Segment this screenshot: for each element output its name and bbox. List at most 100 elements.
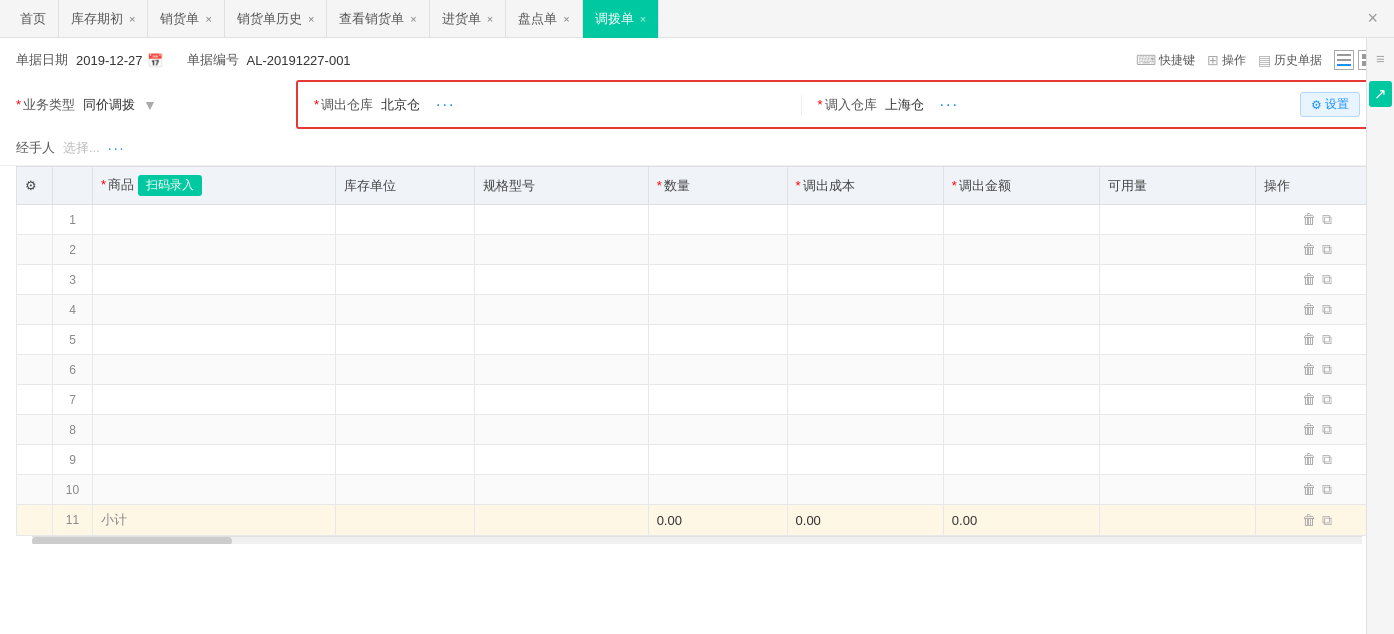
gear-icon[interactable]: ⚙ — [25, 178, 37, 193]
row-unit[interactable] — [336, 295, 475, 325]
row-product[interactable] — [93, 235, 336, 265]
copy-icon[interactable]: ⧉ — [1322, 271, 1332, 288]
row-product[interactable] — [93, 205, 336, 235]
row-amount[interactable] — [943, 295, 1099, 325]
row-product[interactable] — [93, 355, 336, 385]
row-qty[interactable] — [648, 445, 787, 475]
delete-icon[interactable]: 🗑 — [1302, 331, 1316, 348]
tab-inventory-check[interactable]: 盘点单 × — [506, 0, 582, 38]
row-cost[interactable] — [787, 355, 943, 385]
row-spec[interactable] — [475, 475, 649, 505]
row-unit[interactable] — [336, 385, 475, 415]
row-spec[interactable] — [475, 415, 649, 445]
row-cost[interactable] — [787, 445, 943, 475]
tab-purchase-order-close[interactable]: × — [487, 13, 493, 25]
row-qty[interactable] — [648, 355, 787, 385]
row-amount[interactable] — [943, 445, 1099, 475]
row-spec[interactable] — [475, 445, 649, 475]
delete-icon[interactable]: 🗑 — [1302, 301, 1316, 318]
row-cost[interactable] — [787, 265, 943, 295]
tab-view-sales-close[interactable]: × — [410, 13, 416, 25]
col-header-settings[interactable]: ⚙ — [17, 167, 53, 205]
tab-inventory-check-close[interactable]: × — [563, 13, 569, 25]
calendar-icon[interactable]: 📅 — [147, 53, 163, 68]
tab-sales-history[interactable]: 销货单历史 × — [225, 0, 327, 38]
row-amount[interactable] — [943, 325, 1099, 355]
copy-icon[interactable]: ⧉ — [1322, 301, 1332, 318]
row-product[interactable] — [93, 385, 336, 415]
copy-icon[interactable]: ⧉ — [1322, 361, 1332, 378]
row-product[interactable] — [93, 295, 336, 325]
row-product[interactable] — [93, 445, 336, 475]
copy-icon[interactable]: ⧉ — [1322, 421, 1332, 438]
row-unit[interactable] — [336, 445, 475, 475]
row-amount[interactable] — [943, 385, 1099, 415]
row-cost[interactable] — [787, 325, 943, 355]
delete-icon[interactable]: 🗑 — [1302, 421, 1316, 438]
tab-sales-history-close[interactable]: × — [308, 13, 314, 25]
row-product[interactable] — [93, 265, 336, 295]
copy-icon[interactable]: ⧉ — [1322, 211, 1332, 228]
tab-purchase-order[interactable]: 进货单 × — [430, 0, 506, 38]
tab-transfer-order-close[interactable]: × — [640, 13, 646, 25]
row-spec[interactable] — [475, 385, 649, 415]
row-amount[interactable] — [943, 475, 1099, 505]
delete-icon[interactable]: 🗑 — [1302, 211, 1316, 228]
row-spec[interactable] — [475, 265, 649, 295]
row-spec[interactable] — [475, 205, 649, 235]
scroll-bar[interactable] — [32, 536, 1362, 544]
warehouse-in-more[interactable]: ··· — [940, 96, 959, 114]
copy-icon[interactable]: ⧉ — [1322, 451, 1332, 468]
history-btn[interactable]: ▤ 历史单据 — [1258, 52, 1322, 69]
agent-more[interactable]: ··· — [108, 140, 126, 156]
row-unit[interactable] — [336, 235, 475, 265]
delete-icon[interactable]: 🗑 — [1302, 391, 1316, 408]
row-amount[interactable] — [943, 205, 1099, 235]
operation-btn[interactable]: ⊞ 操作 — [1207, 52, 1246, 69]
row-product[interactable] — [93, 475, 336, 505]
row-cost[interactable] — [787, 475, 943, 505]
row-cost[interactable] — [787, 415, 943, 445]
row-amount[interactable] — [943, 235, 1099, 265]
layout-list-btn[interactable] — [1334, 50, 1354, 70]
shortcut-btn[interactable]: ⌨ 快捷键 — [1136, 52, 1195, 69]
tab-inventory-init[interactable]: 库存期初 × — [59, 0, 148, 38]
row-qty[interactable] — [648, 295, 787, 325]
row-qty[interactable] — [648, 415, 787, 445]
sidebar-expand-icon[interactable]: ↗ — [1369, 81, 1392, 107]
row-unit[interactable] — [336, 325, 475, 355]
row-qty[interactable] — [648, 385, 787, 415]
row-amount[interactable] — [943, 265, 1099, 295]
delete-icon[interactable]: 🗑 — [1302, 271, 1316, 288]
copy-icon[interactable]: ⧉ — [1322, 391, 1332, 408]
delete-icon[interactable]: 🗑 — [1302, 361, 1316, 378]
delete-icon[interactable]: 🗑 — [1302, 241, 1316, 258]
row-unit[interactable] — [336, 415, 475, 445]
row-spec[interactable] — [475, 235, 649, 265]
copy-icon[interactable]: ⧉ — [1322, 331, 1332, 348]
copy-icon[interactable]: ⧉ — [1322, 481, 1332, 498]
close-all-tabs[interactable]: × — [1359, 8, 1386, 29]
delete-icon[interactable]: 🗑 — [1302, 512, 1316, 529]
row-qty[interactable] — [648, 235, 787, 265]
scan-btn[interactable]: 扫码录入 — [138, 175, 202, 196]
tab-view-sales[interactable]: 查看销货单 × — [327, 0, 429, 38]
row-cost[interactable] — [787, 235, 943, 265]
tab-inventory-init-close[interactable]: × — [129, 13, 135, 25]
row-product[interactable] — [93, 325, 336, 355]
delete-icon[interactable]: 🗑 — [1302, 451, 1316, 468]
row-unit[interactable] — [336, 475, 475, 505]
row-qty[interactable] — [648, 325, 787, 355]
row-unit[interactable] — [336, 265, 475, 295]
warehouse-out-more[interactable]: ··· — [436, 96, 455, 114]
row-amount[interactable] — [943, 355, 1099, 385]
business-type-dropdown[interactable]: ▼ — [143, 97, 157, 113]
agent-select[interactable]: 选择... — [63, 139, 100, 157]
row-spec[interactable] — [475, 355, 649, 385]
tab-transfer-order[interactable]: 调拨单 × — [583, 0, 659, 38]
row-cost[interactable] — [787, 295, 943, 325]
settings-button[interactable]: ⚙ 设置 — [1300, 92, 1360, 117]
tab-home[interactable]: 首页 — [8, 0, 59, 38]
delete-icon[interactable]: 🗑 — [1302, 481, 1316, 498]
row-cost[interactable] — [787, 205, 943, 235]
